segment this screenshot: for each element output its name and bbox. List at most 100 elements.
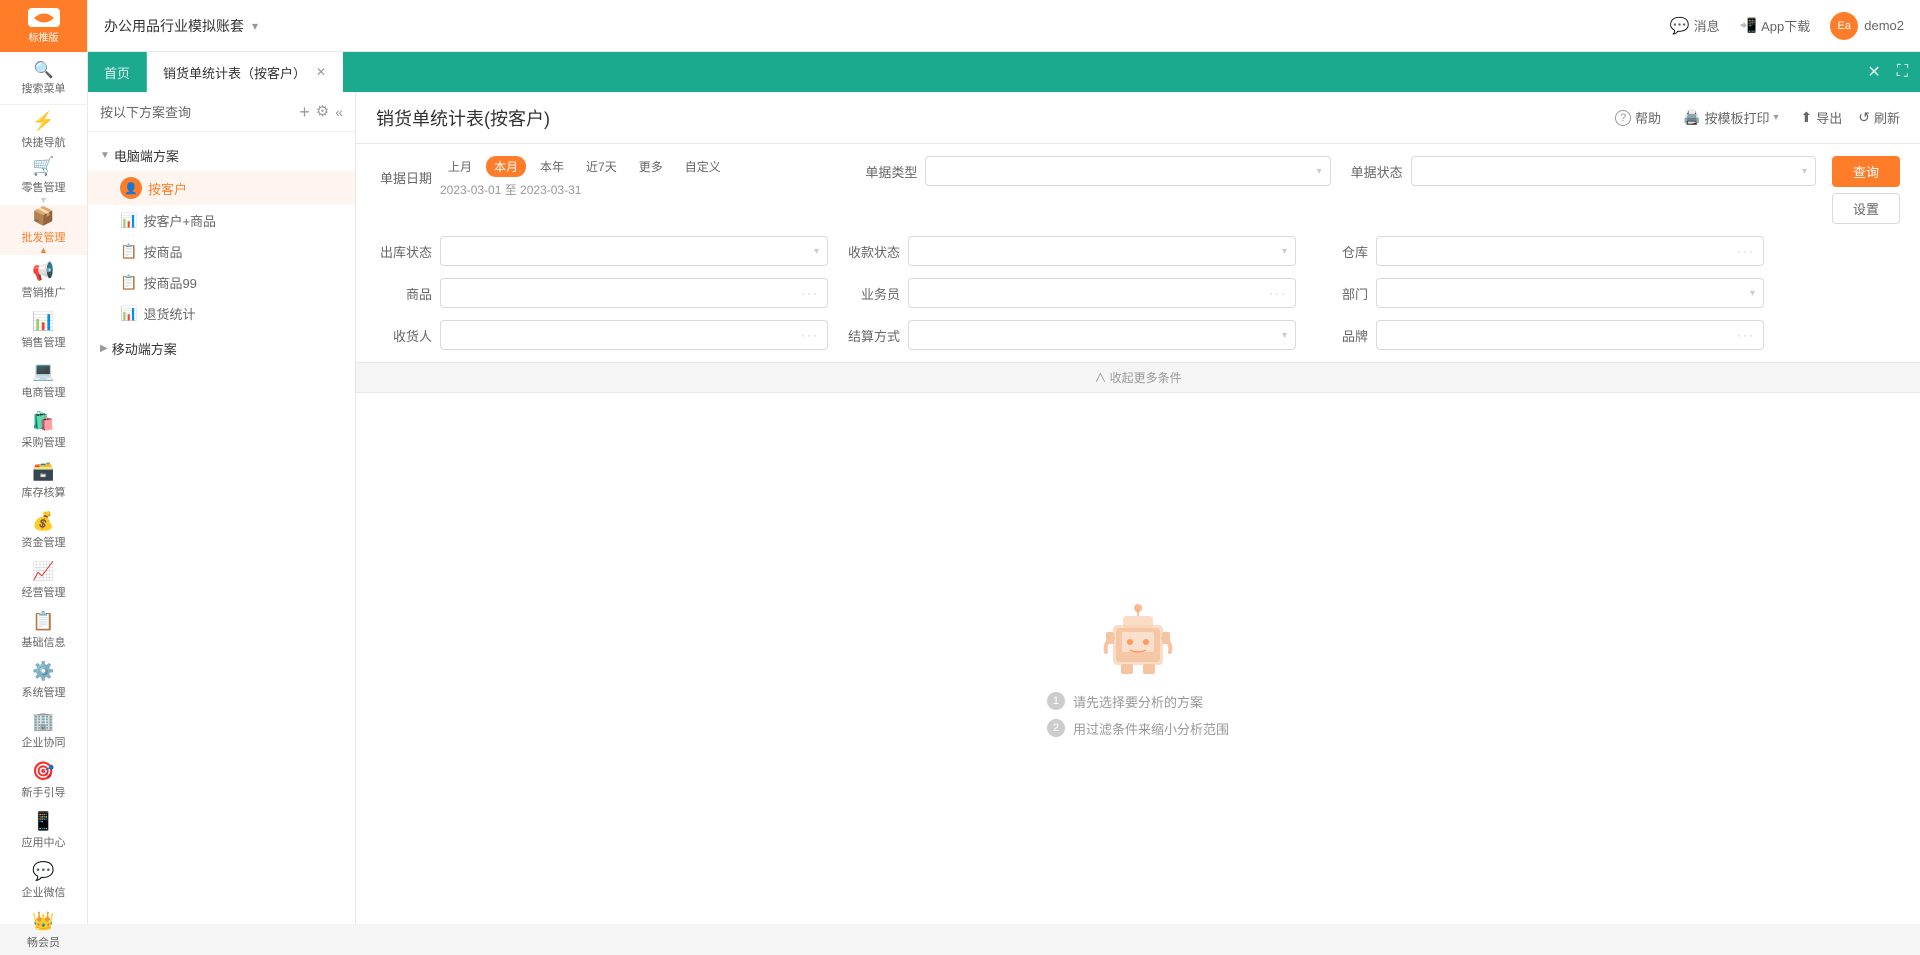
sidebar-item-system[interactable]: ⚙️ 系统管理 — [0, 655, 87, 705]
tabbar: 首页 销货单统计表（按客户） ✕ ✕ ⛶ — [88, 52, 1920, 92]
settings-plan-button[interactable]: ⚙ — [316, 104, 329, 119]
sidebar-item-wholesale[interactable]: 📦 批发管理 ▲ — [0, 205, 87, 255]
app-logo: 标推版 — [0, 0, 87, 52]
doc-type-input[interactable]: ▾ — [925, 156, 1330, 186]
sidebar-item-sales[interactable]: 📊 销售管理 — [0, 305, 87, 355]
plan-return-stats[interactable]: 📊 退货统计 — [88, 298, 355, 329]
tab-close-icon[interactable]: ✕ — [316, 65, 326, 79]
plan-by-customer[interactable]: 👤 按客户 — [88, 171, 355, 205]
user-menu[interactable]: Ea demo2 — [1830, 12, 1904, 40]
user-avatar: Ea — [1830, 12, 1858, 40]
plan-tree: ▼ 电脑端方案 👤 按客户 📊 按客户+商品 📋 按商品 — [88, 132, 355, 372]
right-content: 销货单统计表(按客户) ? 帮助 🖨️ 按模板打印 ▾ ⬆ — [356, 92, 1920, 924]
query-button[interactable]: 查询 — [1832, 156, 1900, 187]
sidebar-item-finance[interactable]: 💰 资金管理 — [0, 505, 87, 555]
receiver-label: 收货人 — [376, 326, 432, 345]
sidebar-item-search[interactable]: 🔍 搜索菜单 — [0, 52, 87, 105]
plan-active-indicator: 👤 — [120, 177, 142, 199]
empty-tip-1: 1 请先选择要分析的方案 — [1047, 692, 1229, 711]
plan-by-goods-99[interactable]: 📋 按商品99 — [88, 267, 355, 298]
vip-label: 畅会员 — [27, 934, 60, 950]
department-label: 部门 — [1312, 284, 1368, 303]
out-status-label: 出库状态 — [376, 242, 432, 261]
sidebar-item-operations[interactable]: 📈 经营管理 — [0, 555, 87, 605]
message-button[interactable]: 💬 消息 — [1670, 16, 1720, 36]
brand-input[interactable]: ··· — [1376, 320, 1764, 350]
quick-nav-label: 快捷导航 — [22, 134, 66, 150]
refresh-icon: ↺ — [1858, 109, 1870, 126]
tab-home-label: 首页 — [104, 63, 130, 82]
page-header-top: 销货单统计表(按客户) ? 帮助 🖨️ 按模板打印 ▾ ⬆ — [376, 104, 1900, 131]
sidebar-item-enterprise[interactable]: 🏢 企业协同 — [0, 705, 87, 755]
collapse-bar[interactable]: ∧ 收起更多条件 — [356, 363, 1920, 393]
date-custom[interactable]: 自定义 — [677, 156, 729, 177]
plan-g-icon: 📋 — [120, 243, 137, 260]
plan-by-goods-label: 按商品 — [143, 242, 182, 261]
sidebar-item-quick-nav[interactable]: ⚡ 快捷导航 — [0, 105, 87, 155]
warehouse-input[interactable]: ··· — [1376, 236, 1764, 266]
sidebar-item-inventory[interactable]: 🗃️ 库存核算 — [0, 455, 87, 505]
tabbar-actions: ✕ ⛶ — [1863, 58, 1920, 86]
tree-pc-plans[interactable]: ▼ 电脑端方案 — [88, 140, 355, 171]
plan-by-goods[interactable]: 📋 按商品 — [88, 236, 355, 267]
app-download-button[interactable]: 📲 App下载 — [1740, 16, 1811, 35]
sidebar-item-vip[interactable]: 👑 畅会员 — [0, 905, 87, 955]
refresh-button[interactable]: ↺ 刷新 — [1858, 108, 1900, 127]
plan-by-customer-label: 按客户 — [148, 179, 187, 198]
sidebar-item-purchase[interactable]: 🛍️ 采购管理 — [0, 405, 87, 455]
sidebar-item-basic[interactable]: 📋 基础信息 — [0, 605, 87, 655]
plan-by-customer-goods[interactable]: 📊 按客户+商品 — [88, 205, 355, 236]
print-dropdown-icon: ▾ — [1773, 112, 1778, 123]
apps-label: 应用中心 — [22, 834, 66, 850]
set-button[interactable]: 设置 — [1832, 193, 1900, 224]
tab-restore-button[interactable]: ⛶ — [1893, 59, 1912, 85]
topbar: 办公用品行业模拟账套 ▾ 💬 消息 📲 App下载 Ea demo2 — [88, 0, 1920, 52]
sidebar-item-ecommerce[interactable]: 💻 电商管理 — [0, 355, 87, 405]
tab-close-all-button[interactable]: ✕ — [1863, 58, 1884, 86]
receiver-input[interactable]: ··· — [440, 320, 828, 350]
topbar-right: 💬 消息 📲 App下载 Ea demo2 — [1670, 12, 1904, 40]
date-label: 单据日期 — [376, 168, 432, 187]
settlement-input[interactable]: ▾ — [908, 320, 1296, 350]
topbar-dropdown-icon[interactable]: ▾ — [252, 19, 258, 33]
add-plan-button[interactable]: + — [299, 103, 310, 121]
settlement-label: 结算方式 — [844, 326, 900, 345]
tip-num-2: 2 — [1047, 719, 1065, 737]
export-button[interactable]: ⬆ 导出 — [1801, 108, 1843, 127]
goods-input[interactable]: ··· — [440, 278, 828, 308]
date-7days[interactable]: 近7天 — [578, 156, 625, 177]
receiver-dots: ··· — [801, 328, 819, 342]
tab-home[interactable]: 首页 — [88, 52, 147, 92]
payment-status-arrow: ▾ — [1282, 246, 1287, 257]
salesperson-input[interactable]: ··· — [908, 278, 1296, 308]
doc-status-input[interactable]: ▾ — [1411, 156, 1816, 186]
out-status-arrow: ▾ — [814, 246, 819, 257]
tip-text-2: 用过滤条件来缩小分析范围 — [1073, 719, 1229, 738]
salesperson-label: 业务员 — [844, 284, 900, 303]
filter-row-4: 收货人 ··· 结算方式 ▾ 品牌 — [376, 320, 1900, 350]
out-status-input[interactable]: ▾ — [440, 236, 828, 266]
payment-status-input[interactable]: ▾ — [908, 236, 1296, 266]
sales-label: 销售管理 — [22, 334, 66, 350]
tab-sales-report[interactable]: 销货单统计表（按客户） ✕ — [147, 52, 343, 92]
date-this-year[interactable]: 本年 — [532, 156, 572, 177]
date-last-month[interactable]: 上月 — [440, 156, 480, 177]
goods-dots: ··· — [801, 286, 819, 300]
collapse-panel-button[interactable]: « — [335, 105, 343, 119]
date-this-month[interactable]: 本月 — [486, 156, 526, 177]
help-button[interactable]: ? 帮助 — [1615, 108, 1661, 127]
sidebar-item-apps[interactable]: 📱 应用中心 — [0, 805, 87, 855]
wechat-label: 企业微信 — [22, 884, 66, 900]
ecommerce-label: 电商管理 — [22, 384, 66, 400]
tip-num-1: 1 — [1047, 692, 1065, 710]
department-input[interactable]: ▾ — [1376, 278, 1764, 308]
sidebar-item-wechat[interactable]: 💬 企业微信 — [0, 855, 87, 905]
tree-mobile-plans[interactable]: ▶ 移动端方案 — [88, 333, 355, 364]
sidebar-item-marketing[interactable]: 📢 营销推广 — [0, 255, 87, 305]
sidebar-item-newbie[interactable]: 🎯 新手引导 — [0, 755, 87, 805]
date-more[interactable]: 更多 — [631, 156, 671, 177]
doc-status-arrow: ▾ — [1802, 166, 1807, 177]
print-button[interactable]: 🖨️ 按模板打印 ▾ — [1677, 104, 1784, 131]
sidebar-item-retail[interactable]: 🛒 零售管理 ▼ — [0, 155, 87, 205]
plan-return-stats-label: 退货统计 — [143, 304, 195, 323]
